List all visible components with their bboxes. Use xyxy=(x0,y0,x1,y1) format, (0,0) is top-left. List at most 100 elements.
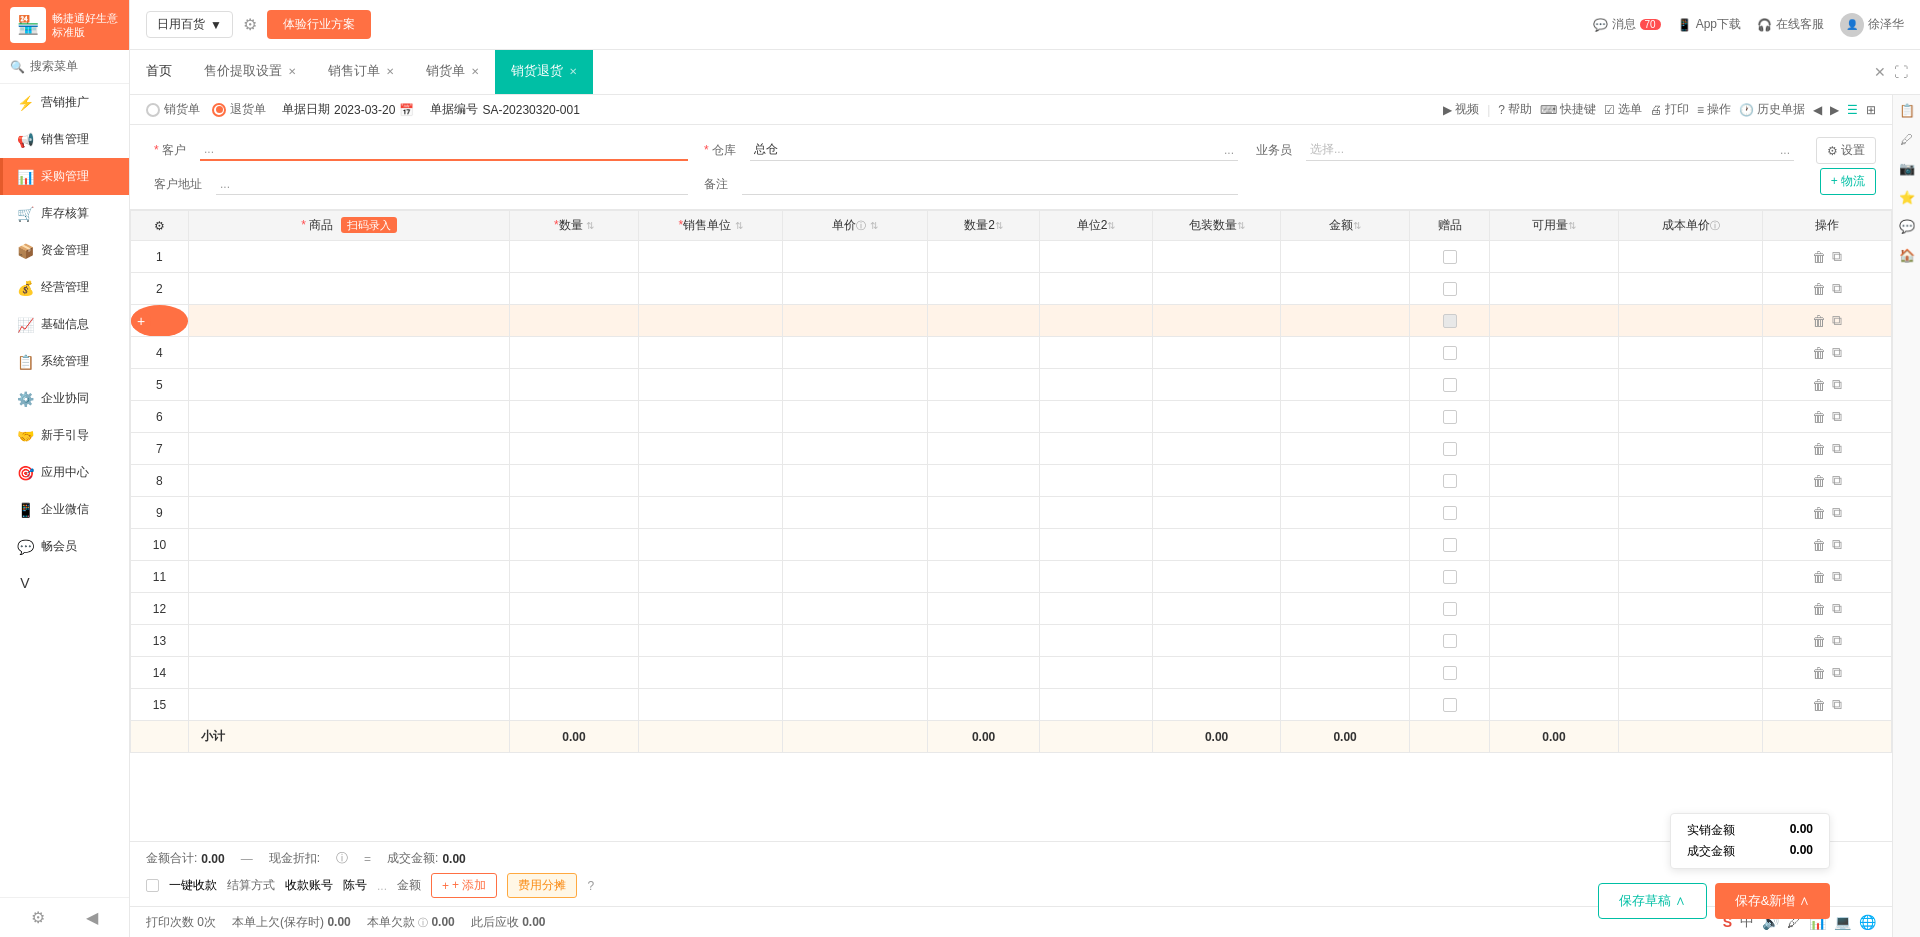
sidebar-item-purchase[interactable]: 🛒 库存核算 xyxy=(0,195,129,232)
copy-row-13[interactable]: ⧉ xyxy=(1832,632,1842,649)
gift-checkbox-9[interactable] xyxy=(1443,506,1457,520)
tab-price-settings[interactable]: 售价提取设置 ✕ xyxy=(188,50,312,94)
select-btn[interactable]: ☑ 选单 xyxy=(1604,101,1642,118)
sort-amount-icon[interactable]: ⇅ xyxy=(1353,220,1361,231)
col-gear[interactable]: ⚙ xyxy=(131,211,189,241)
remark-input[interactable] xyxy=(742,173,1238,195)
tab-close-sales-order[interactable]: ✕ xyxy=(386,66,394,77)
rp-icon-4[interactable]: ⭐ xyxy=(1899,190,1915,205)
tab-sales-order[interactable]: 销售订单 ✕ xyxy=(312,50,410,94)
tab-home[interactable]: 首页 xyxy=(130,50,188,94)
gift-checkbox-5[interactable] xyxy=(1443,378,1457,392)
tab-close-sales-return[interactable]: ✕ xyxy=(569,66,577,77)
rp-icon-3[interactable]: 📷 xyxy=(1899,161,1915,176)
gift-checkbox-2[interactable] xyxy=(1443,282,1457,296)
sort-pack-icon[interactable]: ⇅ xyxy=(1237,220,1245,231)
sort-avail-icon[interactable]: ⇅ xyxy=(1568,220,1576,231)
next-record-btn[interactable]: ▶ xyxy=(1830,103,1839,117)
settings-bottom-icon[interactable]: ⚙ xyxy=(31,908,45,927)
user-item[interactable]: 👤 徐泽华 xyxy=(1840,13,1904,37)
delete-row-15[interactable]: 🗑 xyxy=(1812,697,1826,713)
gift-checkbox-4[interactable] xyxy=(1443,346,1457,360)
radio-return[interactable]: 退货单 xyxy=(212,101,266,118)
help-btn[interactable]: ? 帮助 xyxy=(1498,101,1532,118)
settings-button[interactable]: ⚙ 设置 xyxy=(1816,137,1876,164)
save-draft-button[interactable]: 保存草稿 ∧ xyxy=(1598,883,1707,919)
sidebar-item-quicknav[interactable]: ⚡ 营销推广 xyxy=(0,84,129,121)
sidebar-item-inventory[interactable]: 📦 资金管理 xyxy=(0,232,129,269)
gift-checkbox-1[interactable] xyxy=(1443,250,1457,264)
calendar-icon[interactable]: 📅 xyxy=(399,103,414,117)
one-click-pay-checkbox[interactable] xyxy=(146,879,159,892)
gift-checkbox-6[interactable] xyxy=(1443,410,1457,424)
tab-close-sales-delivery[interactable]: ✕ xyxy=(471,66,479,77)
gift-checkbox-3[interactable] xyxy=(1443,314,1457,328)
address-input[interactable]: ... xyxy=(216,173,688,195)
gift-checkbox-14[interactable] xyxy=(1443,666,1457,680)
copy-row-12[interactable]: ⧉ xyxy=(1832,600,1842,617)
sidebar-item-promotion[interactable]: 📢 销售管理 xyxy=(0,121,129,158)
delete-row-14[interactable]: 🗑 xyxy=(1812,665,1826,681)
delete-row-7[interactable]: 🗑 xyxy=(1812,441,1826,457)
discount-help-icon[interactable]: ⓘ xyxy=(336,850,348,867)
copy-row-8[interactable]: ⧉ xyxy=(1832,472,1842,489)
copy-row-6[interactable]: ⧉ xyxy=(1832,408,1842,425)
gift-checkbox-15[interactable] xyxy=(1443,698,1457,712)
gift-checkbox-8[interactable] xyxy=(1443,474,1457,488)
delete-row-4[interactable]: 🗑 xyxy=(1812,345,1826,361)
tab-close-price-settings[interactable]: ✕ xyxy=(288,66,296,77)
rp-icon-5[interactable]: 💬 xyxy=(1899,219,1915,234)
sort-qty2-icon[interactable]: ⇅ xyxy=(995,220,1003,231)
fee-help-icon[interactable]: ? xyxy=(587,879,594,893)
copy-row-2[interactable]: ⧉ xyxy=(1832,280,1842,297)
sidebar-item-appcenter[interactable]: 📱 企业微信 xyxy=(0,491,129,528)
delete-row-1[interactable]: 🗑 xyxy=(1812,249,1826,265)
copy-row-5[interactable]: ⧉ xyxy=(1832,376,1842,393)
copy-row-11[interactable]: ⧉ xyxy=(1832,568,1842,585)
copy-row-3[interactable]: ⧉ xyxy=(1832,312,1842,329)
prev-record-btn[interactable]: ◀ xyxy=(1813,103,1822,117)
gift-checkbox-7[interactable] xyxy=(1443,442,1457,456)
copy-row-1[interactable]: ⧉ xyxy=(1832,248,1842,265)
rp-icon-6[interactable]: 🏠 xyxy=(1899,248,1915,263)
rp-icon-2[interactable]: 🖊 xyxy=(1900,132,1913,147)
online-service-item[interactable]: 🎧 在线客服 xyxy=(1757,16,1824,33)
shortcut-btn[interactable]: ⌨ 快捷键 xyxy=(1540,101,1596,118)
gift-checkbox-12[interactable] xyxy=(1443,602,1457,616)
sidebar-item-system[interactable]: ⚙️ 企业协同 xyxy=(0,380,129,417)
operation-btn[interactable]: ≡ 操作 xyxy=(1697,101,1731,118)
copy-row-9[interactable]: ⧉ xyxy=(1832,504,1842,521)
add-logistics-button[interactable]: + 物流 xyxy=(1820,168,1876,195)
list-view-btn[interactable]: ☰ xyxy=(1847,103,1858,117)
delete-row-10[interactable]: 🗑 xyxy=(1812,537,1826,553)
delete-row-11[interactable]: 🗑 xyxy=(1812,569,1826,585)
sort-price-icon[interactable]: ⇅ xyxy=(870,220,878,231)
tab-sales-delivery[interactable]: 销货单 ✕ xyxy=(410,50,495,94)
gift-checkbox-11[interactable] xyxy=(1443,570,1457,584)
sidebar-item-finance[interactable]: 💰 经营管理 xyxy=(0,269,129,306)
delete-row-3[interactable]: 🗑 xyxy=(1812,313,1826,329)
gift-checkbox-13[interactable] xyxy=(1443,634,1457,648)
delete-row-9[interactable]: 🗑 xyxy=(1812,505,1826,521)
industry-select[interactable]: 日用百货 ▼ xyxy=(146,11,233,38)
copy-row-7[interactable]: ⧉ xyxy=(1832,440,1842,457)
tab-sales-return[interactable]: 销货退货 ✕ xyxy=(495,50,593,94)
window-expand-btn[interactable]: ⛶ xyxy=(1894,64,1908,80)
delete-row-12[interactable]: 🗑 xyxy=(1812,601,1826,617)
print-btn[interactable]: 🖨 打印 xyxy=(1650,101,1689,118)
sidebar-item-sales[interactable]: 📊 采购管理 xyxy=(0,158,129,195)
sidebar-item-wechat[interactable]: 💬 畅会员 xyxy=(0,528,129,565)
radio-delivery[interactable]: 销货单 xyxy=(146,101,200,118)
salesperson-input[interactable]: 选择... ... xyxy=(1306,139,1794,161)
fee-split-button[interactable]: 费用分摊 xyxy=(507,873,577,898)
delete-row-2[interactable]: 🗑 xyxy=(1812,281,1826,297)
delete-row-5[interactable]: 🗑 xyxy=(1812,377,1826,393)
customer-input[interactable]: ... xyxy=(200,139,688,161)
collapse-icon[interactable]: ◀ xyxy=(86,908,98,927)
rp-icon-1[interactable]: 📋 xyxy=(1899,103,1915,118)
experience-button[interactable]: 体验行业方案 xyxy=(267,10,371,39)
sort-unit-icon[interactable]: ⇅ xyxy=(735,220,743,231)
sidebar-item-business[interactable]: 📈 基础信息 xyxy=(0,306,129,343)
gift-checkbox-10[interactable] xyxy=(1443,538,1457,552)
delete-row-6[interactable]: 🗑 xyxy=(1812,409,1826,425)
